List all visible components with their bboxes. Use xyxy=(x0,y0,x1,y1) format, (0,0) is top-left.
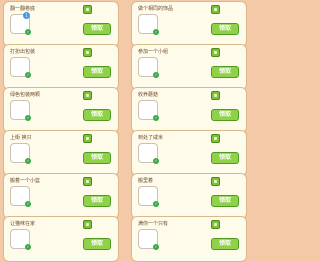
claim-button[interactable]: 领取 xyxy=(211,238,239,250)
reward-icon xyxy=(211,134,220,143)
task-card: 收养蘑菇 ✓ 领取 xyxy=(131,87,247,133)
claim-button[interactable]: 领取 xyxy=(83,152,111,164)
task-card: 绿色包装两颗 ✓ 领取 xyxy=(3,87,119,133)
task-title: 绿色包装两颗 xyxy=(10,92,41,98)
check-icon: ✓ xyxy=(25,244,31,250)
task-card: 做个相同的饰品 ✓ 领取 xyxy=(131,1,247,47)
task-card: 搬着一个小篮 ✓ 领取 xyxy=(3,173,119,219)
task-title: 让猫咪在家 xyxy=(10,221,36,227)
reward-icon xyxy=(211,48,220,57)
task-title: 收养蘑菇 xyxy=(138,92,159,98)
task-card: 上街 换只 ✓ 领取 xyxy=(3,130,119,176)
check-icon: ✓ xyxy=(25,115,31,121)
claim-button[interactable]: 领取 xyxy=(211,23,239,35)
reward-icon xyxy=(83,220,92,229)
task-card: 到处了咸米 ✓ 领取 xyxy=(131,130,247,176)
task-title: 翻一翻卷底 xyxy=(10,6,36,12)
task-title: 到处了咸米 xyxy=(138,135,164,141)
claim-button[interactable]: 领取 xyxy=(83,109,111,121)
claim-button[interactable]: 领取 xyxy=(83,238,111,250)
reward-icon xyxy=(83,91,92,100)
task-card: 翻一翻卷底 1 ✓ 领取 xyxy=(3,1,119,47)
check-icon: ✓ xyxy=(153,201,159,207)
reward-icon xyxy=(83,134,92,143)
task-title: 搬里着 xyxy=(138,178,154,184)
reward-icon xyxy=(83,177,92,186)
reward-icon xyxy=(83,5,92,14)
reward-icon xyxy=(211,91,220,100)
claim-button[interactable]: 领取 xyxy=(83,195,111,207)
check-icon: ✓ xyxy=(25,201,31,207)
check-icon: ✓ xyxy=(25,29,31,35)
check-icon: ✓ xyxy=(153,158,159,164)
check-icon: ✓ xyxy=(153,29,159,35)
claim-button[interactable]: 领取 xyxy=(211,66,239,78)
reward-icon xyxy=(83,48,92,57)
check-icon: ✓ xyxy=(153,244,159,250)
claim-button[interactable]: 领取 xyxy=(83,23,111,35)
reward-icon xyxy=(211,5,220,14)
reward-icon xyxy=(211,220,220,229)
task-title: 参加一个小组 xyxy=(138,49,169,55)
task-title: 打扮出包装 xyxy=(10,49,36,55)
task-card: 让猫咪在家 ✓ 领取 xyxy=(3,216,119,262)
task-title: 满你一个只有 xyxy=(138,221,169,227)
count-badge: 1 xyxy=(23,12,30,19)
claim-button[interactable]: 领取 xyxy=(211,109,239,121)
claim-button[interactable]: 领取 xyxy=(83,66,111,78)
task-card: 满你一个只有 ✓ 领取 xyxy=(131,216,247,262)
task-card: 搬里着 ✓ 领取 xyxy=(131,173,247,219)
check-icon: ✓ xyxy=(153,72,159,78)
check-icon: ✓ xyxy=(25,72,31,78)
claim-button[interactable]: 领取 xyxy=(211,195,239,207)
task-title: 搬着一个小篮 xyxy=(10,178,41,184)
claim-button[interactable]: 领取 xyxy=(211,152,239,164)
task-title: 做个相同的饰品 xyxy=(138,6,174,12)
check-icon: ✓ xyxy=(25,158,31,164)
task-card: 参加一个小组 ✓ 领取 xyxy=(131,44,247,90)
task-card: 打扮出包装 ✓ 领取 xyxy=(3,44,119,90)
task-title: 上街 换只 xyxy=(10,135,32,141)
check-icon: ✓ xyxy=(153,115,159,121)
reward-icon xyxy=(211,177,220,186)
